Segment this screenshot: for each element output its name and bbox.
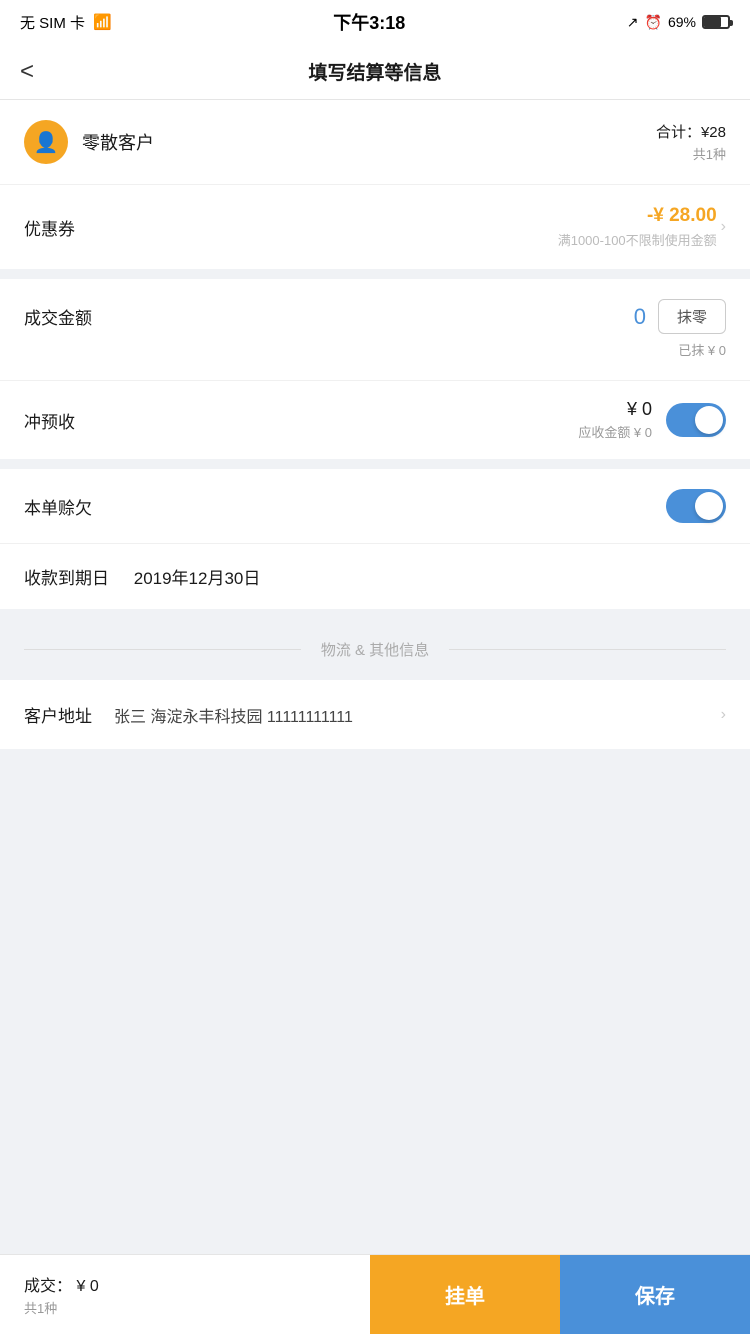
- avatar: 👤: [24, 120, 68, 164]
- deal-amount-value: 0: [634, 304, 646, 330]
- prepay-toggle[interactable]: [666, 403, 726, 437]
- customer-row: 👤 零散客户 合计：¥28 共1种: [0, 100, 750, 184]
- logistics-label: 物流 & 其他信息: [301, 639, 449, 660]
- battery-icon: [702, 15, 730, 29]
- hang-button[interactable]: 挂单: [370, 1255, 560, 1334]
- empty-space: [0, 749, 750, 949]
- back-button[interactable]: <: [20, 58, 34, 86]
- status-time: 下午3:18: [333, 9, 405, 35]
- total-count: 共1种: [656, 144, 726, 163]
- prepay-sub: 应收金额 ¥ 0: [578, 422, 652, 441]
- round-zero-button[interactable]: 抹零: [658, 299, 726, 334]
- divider-left: [24, 649, 301, 650]
- coupon-description: 满1000-100不限制使用金额: [558, 230, 717, 249]
- address-row[interactable]: 客户地址 张三 海淀永丰科技园 11111111111 ›: [0, 680, 750, 749]
- due-date-value: 2019年12月30日: [134, 569, 261, 588]
- customer-total: 合计：¥28 共1种: [656, 121, 726, 163]
- address-value: 张三 海淀永丰科技园 11111111111: [114, 703, 717, 727]
- wifi-icon: 📶: [93, 13, 112, 31]
- customer-left: 👤 零散客户: [24, 120, 154, 164]
- coupon-label: 优惠券: [24, 215, 75, 240]
- no-sim-label: 无 SIM 卡: [20, 12, 85, 33]
- prepay-row: 冲预收 ¥ 0 应收金额 ¥ 0: [0, 380, 750, 459]
- bottom-bar: 成交： ¥ 0 共1种 挂单 保存: [0, 1254, 750, 1334]
- customer-name: 零散客户: [82, 129, 154, 155]
- customer-section: 👤 零散客户 合计：¥28 共1种 优惠券 -¥ 28.00 满1000-100…: [0, 100, 750, 269]
- save-button[interactable]: 保存: [560, 1255, 750, 1334]
- divider-right: [449, 649, 726, 650]
- total-label: 合计：¥28: [656, 121, 726, 142]
- coupon-row[interactable]: 优惠券 -¥ 28.00 满1000-100不限制使用金额 ›: [0, 184, 750, 269]
- bottom-deal-label: 成交： ¥ 0: [24, 1272, 346, 1296]
- coupon-discount: -¥ 28.00: [558, 205, 717, 227]
- status-bar: 无 SIM 卡 📶 下午3:18 ↗ ⏰ 69%: [0, 0, 750, 44]
- deal-amount-row: 成交金额 0 抹零 已抹 ¥ 0: [0, 279, 750, 380]
- address-chevron-icon: ›: [721, 706, 726, 724]
- bottom-summary: 成交： ¥ 0 共1种: [0, 1272, 370, 1317]
- debt-row: 本单赊欠: [0, 469, 750, 543]
- address-label: 客户地址: [24, 702, 104, 727]
- debt-section: 本单赊欠 收款到期日 2019年12月30日: [0, 469, 750, 609]
- coupon-right: -¥ 28.00 满1000-100不限制使用金额 ›: [558, 205, 726, 249]
- deal-section: 成交金额 0 抹零 已抹 ¥ 0 冲预收 ¥ 0 应收金额 ¥ 0: [0, 279, 750, 459]
- debt-toggle[interactable]: [666, 489, 726, 523]
- deal-amount-label: 成交金额: [24, 304, 92, 329]
- bottom-count: 共1种: [24, 1298, 346, 1317]
- logistics-section: 物流 & 其他信息: [0, 619, 750, 680]
- prepay-label: 冲预收: [24, 408, 75, 433]
- coupon-info: -¥ 28.00 满1000-100不限制使用金额: [558, 205, 717, 249]
- page-title: 填写结算等信息: [308, 58, 441, 85]
- debt-label: 本单赊欠: [24, 494, 92, 519]
- due-date-label: 收款到期日: [24, 569, 109, 588]
- battery-percent: 69%: [668, 14, 696, 30]
- deal-amount-top: 成交金额 0 抹零: [24, 299, 726, 334]
- status-right: ↗ ⏰ 69%: [627, 14, 730, 31]
- deal-sub-text: 已抹 ¥ 0: [24, 340, 726, 360]
- location-icon: ↗: [627, 14, 639, 31]
- avatar-icon: 👤: [34, 130, 59, 155]
- prepay-value: ¥ 0: [578, 399, 652, 420]
- prepay-amount: ¥ 0 应收金额 ¥ 0: [578, 399, 652, 441]
- deal-amount-right: 0 抹零: [634, 299, 726, 334]
- bottom-deal-value: ¥ 0: [76, 1278, 98, 1295]
- due-date-row: 收款到期日 2019年12月30日: [0, 543, 750, 609]
- prepay-right: ¥ 0 应收金额 ¥ 0: [578, 399, 726, 441]
- nav-bar: < 填写结算等信息: [0, 44, 750, 100]
- chevron-right-icon: ›: [721, 218, 726, 236]
- alarm-icon: ⏰: [645, 14, 662, 31]
- status-left: 无 SIM 卡 📶: [20, 12, 112, 33]
